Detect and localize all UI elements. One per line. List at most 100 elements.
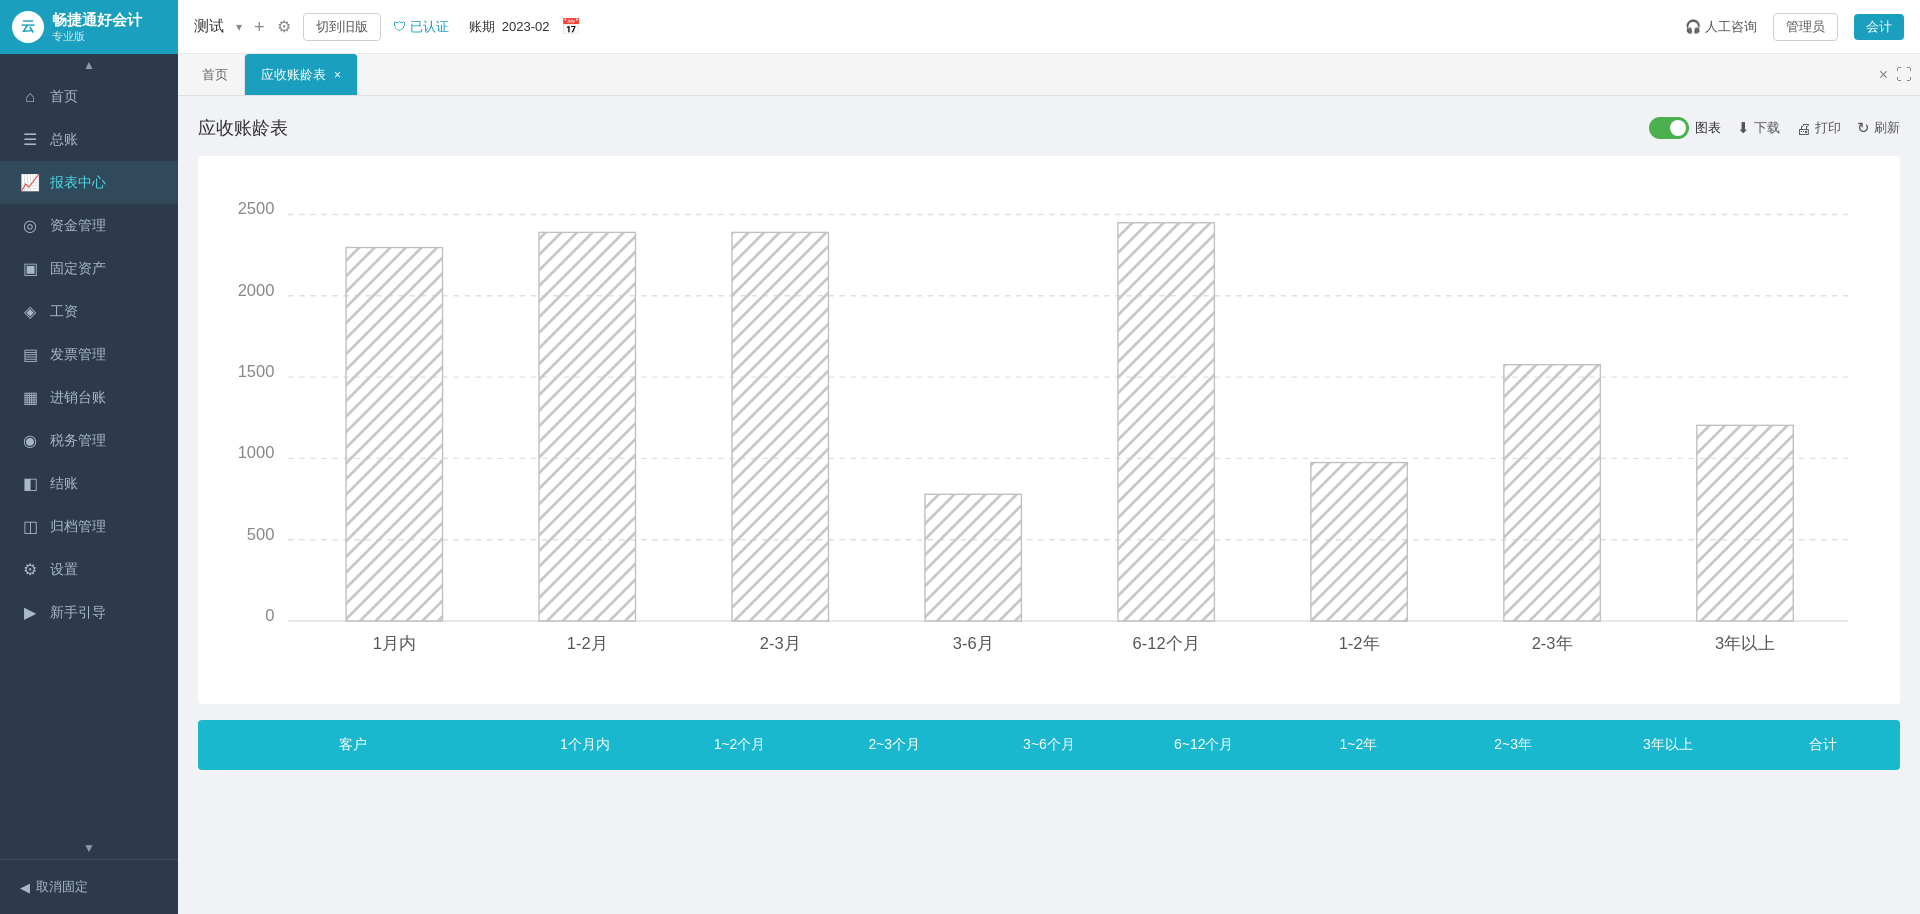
svg-text:2-3月: 2-3月 [760, 634, 801, 653]
company-dropdown[interactable]: ▾ [236, 20, 242, 34]
svg-text:1-2年: 1-2年 [1339, 634, 1380, 653]
refresh-button[interactable]: ↻ 刷新 [1857, 119, 1900, 137]
sidebar-item-ledger[interactable]: ☰ 总账 [0, 118, 178, 161]
logo-text: 畅捷通好会计 专业版 [52, 11, 142, 44]
invoice-icon: ▤ [20, 345, 40, 364]
bar-6-12m [1118, 223, 1214, 621]
tab-close-aging[interactable]: × [334, 68, 341, 82]
guide-icon: ▶ [20, 603, 40, 622]
closing-icon: ◧ [20, 474, 40, 493]
maximize-button[interactable]: ⛶ [1896, 66, 1912, 84]
reports-icon: 📈 [20, 173, 40, 192]
sidebar-item-home[interactable]: ⌂ 首页 [0, 76, 178, 118]
print-button[interactable]: 🖨 打印 [1796, 119, 1841, 137]
sidebar-item-reports[interactable]: 📈 报表中心 [0, 161, 178, 204]
sidebar-scroll-down[interactable]: ▼ [0, 837, 178, 859]
tax-icon: ◉ [20, 431, 40, 450]
svg-text:3-6月: 3-6月 [953, 634, 994, 653]
sales-icon: ▦ [20, 388, 40, 407]
page-title: 应收账龄表 [198, 116, 288, 140]
sidebar-scroll-up[interactable]: ▲ [0, 54, 178, 76]
period-label: 账期 2023-02 [469, 18, 550, 36]
content-area: 应收账龄表 图表 ⬇ 下载 🖨 打印 ↻ 刷新 [178, 96, 1920, 914]
sidebar-item-payroll[interactable]: ◈ 工资 [0, 290, 178, 333]
sidebar-item-closing[interactable]: ◧ 结账 [0, 462, 178, 505]
chart-toggle[interactable] [1649, 117, 1689, 139]
payroll-icon: ◈ [20, 302, 40, 321]
cancel-fixed-button[interactable]: ◀ 取消固定 [0, 868, 178, 906]
svg-text:6-12个月: 6-12个月 [1133, 634, 1200, 653]
bar-2-3y [1504, 365, 1600, 621]
sidebar-item-funds[interactable]: ◎ 资金管理 [0, 204, 178, 247]
svg-text:2-3年: 2-3年 [1532, 634, 1573, 653]
home-icon: ⌂ [20, 88, 40, 106]
sidebar-item-archive[interactable]: ◫ 归档管理 [0, 505, 178, 548]
sidebar-item-tax[interactable]: ◉ 税务管理 [0, 419, 178, 462]
svg-text:1500: 1500 [238, 362, 275, 381]
tab-aging[interactable]: 应收账龄表 × [245, 54, 358, 95]
headset-icon: 🎧 [1685, 19, 1701, 34]
role-badge[interactable]: 会计 [1854, 14, 1904, 40]
bar-1-2m [539, 232, 635, 621]
table-header-6-12m: 6~12个月 [1126, 720, 1281, 770]
bar-chart: 0 500 1000 1500 2000 2500 [222, 180, 1876, 676]
svg-text:1000: 1000 [238, 443, 275, 462]
manager-button[interactable]: 管理员 [1773, 13, 1838, 41]
sidebar-item-settings[interactable]: ⚙ 设置 [0, 548, 178, 591]
add-company-button[interactable]: + [254, 18, 265, 36]
table-header-3y-plus: 3年以上 [1591, 720, 1746, 770]
table-header-2-3m: 2~3个月 [817, 720, 972, 770]
table-header-1-2m: 1~2个月 [662, 720, 817, 770]
sidebar-logo: 云 畅捷通好会计 专业版 [0, 0, 178, 54]
toggle-label: 图表 [1695, 119, 1721, 137]
tab-home[interactable]: 首页 [186, 54, 245, 95]
page-actions: 图表 ⬇ 下载 🖨 打印 ↻ 刷新 [1649, 117, 1900, 139]
svg-text:1-2月: 1-2月 [567, 634, 608, 653]
table-header-total: 合计 [1745, 720, 1900, 770]
consult-button[interactable]: 🎧 人工咨询 [1685, 18, 1757, 36]
bar-3-6m [925, 494, 1021, 621]
svg-text:1月内: 1月内 [373, 634, 416, 653]
chart-card: 0 500 1000 1500 2000 2500 [198, 156, 1900, 704]
refresh-icon: ↻ [1857, 119, 1870, 137]
table-header-3-6m: 3~6个月 [972, 720, 1127, 770]
svg-text:3年以上: 3年以上 [1715, 634, 1775, 653]
download-icon: ⬇ [1737, 119, 1750, 137]
window-close-button[interactable]: × [1879, 66, 1888, 84]
company-name: 测试 [194, 17, 224, 36]
tabbar-right: × ⛶ [1879, 66, 1912, 84]
pin-icon: ◀ [20, 880, 30, 895]
bar-1m [346, 248, 442, 622]
svg-text:500: 500 [247, 525, 275, 544]
sidebar-item-sales[interactable]: ▦ 进销台账 [0, 376, 178, 419]
switch-old-version-button[interactable]: 切到旧版 [303, 13, 381, 41]
table-header-1-2y: 1~2年 [1281, 720, 1436, 770]
calendar-button[interactable]: 📅 [561, 17, 581, 36]
svg-text:2500: 2500 [238, 199, 275, 218]
sidebar-item-invoice[interactable]: ▤ 发票管理 [0, 333, 178, 376]
topbar-settings-button[interactable]: ⚙ [277, 17, 291, 36]
chart-toggle-wrap: 图表 [1649, 117, 1721, 139]
sidebar-item-assets[interactable]: ▣ 固定资产 [0, 247, 178, 290]
table-card: 客户 1个月内 1~2个月 2~3个月 3~6个月 6~12个月 1~2年 2~… [198, 720, 1900, 770]
svg-text:2000: 2000 [238, 281, 275, 300]
archive-icon: ◫ [20, 517, 40, 536]
settings-icon: ⚙ [20, 560, 40, 579]
table-header: 客户 1个月内 1~2个月 2~3个月 3~6个月 6~12个月 1~2年 2~… [198, 720, 1900, 770]
bar-1-2y [1311, 463, 1407, 622]
certified-icon: 🛡 [393, 19, 406, 34]
bar-3y-plus [1697, 425, 1793, 621]
ledger-icon: ☰ [20, 130, 40, 149]
main-area: 测试 ▾ + ⚙ 切到旧版 🛡 已认证 账期 2023-02 📅 🎧 人工咨询 … [178, 0, 1920, 914]
page-header: 应收账龄表 图表 ⬇ 下载 🖨 打印 ↻ 刷新 [198, 116, 1900, 140]
topbar-right: 🎧 人工咨询 管理员 会计 [1685, 13, 1904, 41]
table-header-1m: 1个月内 [507, 720, 662, 770]
tabbar: 首页 应收账龄表 × × ⛶ [178, 54, 1920, 96]
funds-icon: ◎ [20, 216, 40, 235]
topbar: 测试 ▾ + ⚙ 切到旧版 🛡 已认证 账期 2023-02 📅 🎧 人工咨询 … [178, 0, 1920, 54]
sidebar-nav: ⌂ 首页 ☰ 总账 📈 报表中心 ◎ 资金管理 ▣ 固定资产 ◈ 工资 ▤ 发票… [0, 76, 178, 837]
certified-badge: 🛡 已认证 [393, 18, 449, 36]
sidebar-item-guide[interactable]: ▶ 新手引导 [0, 591, 178, 634]
download-button[interactable]: ⬇ 下载 [1737, 119, 1780, 137]
sidebar-bottom: ◀ 取消固定 [0, 859, 178, 914]
